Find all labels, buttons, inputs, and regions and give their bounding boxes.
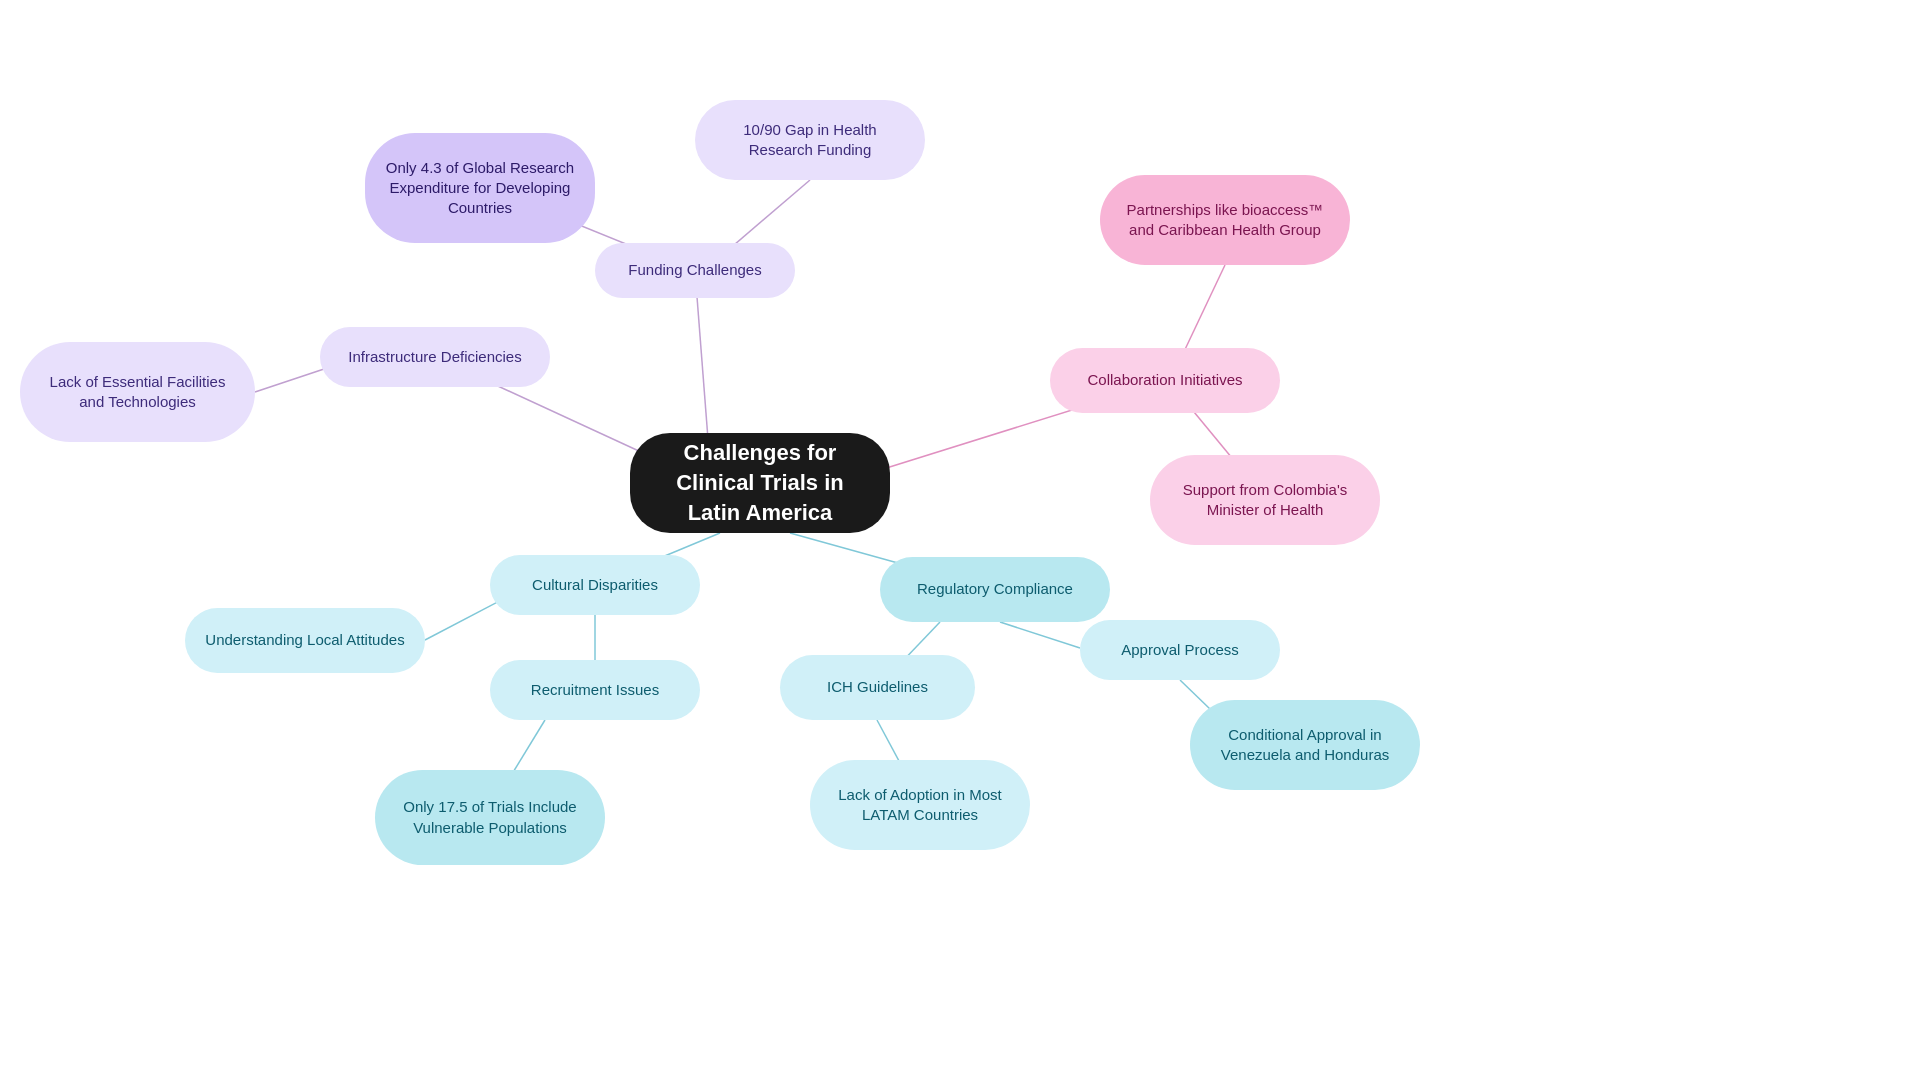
approval-node: Approval Process xyxy=(1080,620,1280,680)
infrastructure-label: Infrastructure Deficiencies xyxy=(348,347,521,367)
funding-challenges-node: Funding Challenges xyxy=(595,243,795,298)
svg-line-8 xyxy=(1180,265,1225,360)
conditional-node: Conditional Approval in Venezuela and Ho… xyxy=(1190,700,1420,790)
collaboration-label: Collaboration Initiatives xyxy=(1087,370,1242,390)
conditional-label: Conditional Approval in Venezuela and Ho… xyxy=(1210,725,1400,766)
center-label: Challenges for Clinical Trials in Latin … xyxy=(650,438,870,527)
ich-label: ICH Guidelines xyxy=(827,677,928,697)
ten90-label: 10/90 Gap in Health Research Funding xyxy=(715,120,905,161)
recruitment-node: Recruitment Issues xyxy=(490,660,700,720)
only43-node: Only 4.3 of Global Research Expenditure … xyxy=(365,133,595,243)
infrastructure-node: Infrastructure Deficiencies xyxy=(320,327,550,387)
only175-node: Only 17.5 of Trials Include Vulnerable P… xyxy=(375,770,605,865)
ich-node: ICH Guidelines xyxy=(780,655,975,720)
lack-essential-label: Lack of Essential Facilities and Technol… xyxy=(40,372,235,413)
adoption-node: Lack of Adoption in Most LATAM Countries xyxy=(810,760,1030,850)
support-colombia-node: Support from Colombia's Minister of Heal… xyxy=(1150,455,1380,545)
funding-label: Funding Challenges xyxy=(628,260,761,280)
recruitment-label: Recruitment Issues xyxy=(531,680,659,700)
svg-line-11 xyxy=(1000,622,1080,648)
only43-label: Only 4.3 of Global Research Expenditure … xyxy=(385,158,575,219)
lack-essential-node: Lack of Essential Facilities and Technol… xyxy=(20,342,255,442)
collaboration-node: Collaboration Initiatives xyxy=(1050,348,1280,413)
cultural-node: Cultural Disparities xyxy=(490,555,700,615)
approval-label: Approval Process xyxy=(1121,640,1239,660)
understanding-label: Understanding Local Attitudes xyxy=(205,630,404,650)
partnerships-node: Partnerships like bioaccess™ and Caribbe… xyxy=(1100,175,1350,265)
understanding-node: Understanding Local Attitudes xyxy=(185,608,425,673)
center-node: Challenges for Clinical Trials in Latin … xyxy=(630,433,890,533)
connections-svg xyxy=(0,0,1920,1083)
only175-label: Only 17.5 of Trials Include Vulnerable P… xyxy=(395,797,585,838)
ten90-node: 10/90 Gap in Health Research Funding xyxy=(695,100,925,180)
cultural-label: Cultural Disparities xyxy=(532,575,658,595)
regulatory-node: Regulatory Compliance xyxy=(880,557,1110,622)
regulatory-label: Regulatory Compliance xyxy=(917,579,1073,599)
support-colombia-label: Support from Colombia's Minister of Heal… xyxy=(1170,480,1360,521)
adoption-label: Lack of Adoption in Most LATAM Countries xyxy=(830,785,1010,826)
partnerships-label: Partnerships like bioaccess™ and Caribbe… xyxy=(1120,200,1330,241)
